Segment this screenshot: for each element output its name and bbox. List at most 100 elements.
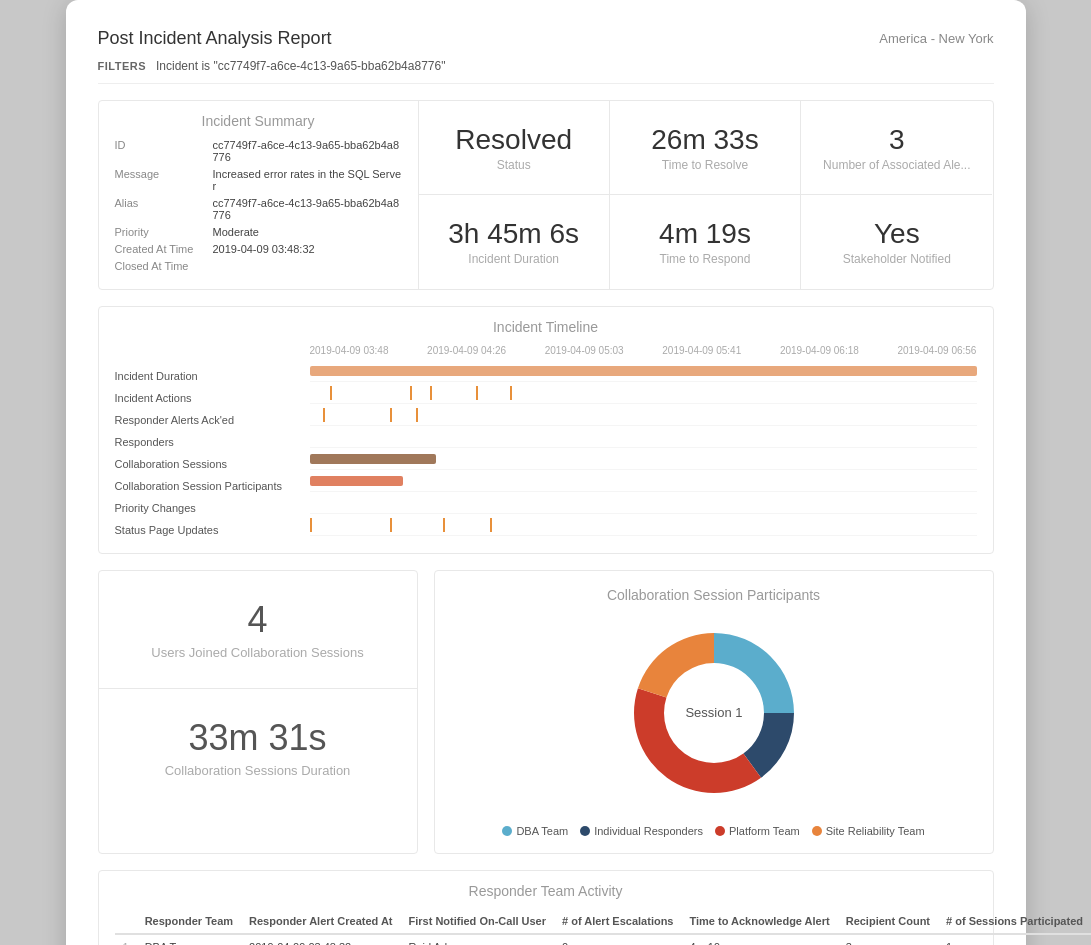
timeline-tick bbox=[416, 408, 418, 422]
legend-dot bbox=[715, 826, 725, 836]
summary-label: Priority bbox=[115, 226, 205, 238]
summary-row: Message Increased error rates in the SQL … bbox=[115, 168, 402, 192]
donut-title: Collaboration Session Participants bbox=[451, 587, 977, 603]
summary-value: Increased error rates in the SQL Server bbox=[213, 168, 402, 192]
timeline-chart: 2019-04-09 03:48 2019-04-09 04:26 2019-04-… bbox=[310, 345, 977, 541]
legend-label: DBA Team bbox=[516, 825, 568, 837]
stat-cell: ResolvedStatus bbox=[419, 101, 610, 195]
stats-grid: ResolvedStatus26m 33sTime to Resolve3Num… bbox=[419, 101, 993, 289]
stat-value: 3 bbox=[889, 124, 905, 156]
table-col-num bbox=[115, 909, 137, 934]
timeline-tick bbox=[476, 386, 478, 400]
timeline-tick bbox=[390, 518, 392, 532]
report-container: Post Incident Analysis Report America - … bbox=[66, 0, 1026, 945]
collab-stat-value: 4 bbox=[115, 599, 401, 641]
created-cell: 2019-04-09 03:48:32 bbox=[241, 934, 400, 945]
legend-dot bbox=[580, 826, 590, 836]
timeline-row bbox=[310, 514, 977, 536]
legend-item: Site Reliability Team bbox=[812, 825, 925, 837]
timeline-axis-label: 2019-04-09 05:41 bbox=[662, 345, 741, 356]
report-title: Post Incident Analysis Report bbox=[98, 28, 332, 49]
timeline-row bbox=[310, 360, 977, 382]
row-num: 1 bbox=[115, 934, 137, 945]
collab-stats: 4Users Joined Collaboration Sessions33m … bbox=[98, 570, 418, 854]
summary-row: Created At Time2019-04-09 03:48:32 bbox=[115, 243, 402, 255]
timeline-title: Incident Timeline bbox=[115, 319, 977, 335]
timeline-bar bbox=[310, 476, 403, 486]
stat-cell: Yes Stakeholder Notified bbox=[801, 195, 992, 289]
stat-value: 4m 19s bbox=[659, 218, 751, 250]
table-row: 1 DBA Team 2019-04-09 03:48:32 Reid Adam… bbox=[115, 934, 1091, 945]
report-timezone: America - New York bbox=[879, 31, 993, 46]
timeline-axis: 2019-04-09 03:48 2019-04-09 04:26 2019-04-… bbox=[310, 345, 977, 356]
filters-label: FILTERS bbox=[98, 60, 147, 72]
recipients-cell: 3 bbox=[838, 934, 938, 945]
timeline-row-label: Incident Actions bbox=[115, 387, 310, 409]
legend-item: DBA Team bbox=[502, 825, 568, 837]
timeline-tick bbox=[323, 408, 325, 422]
timeline-labels: Incident DurationIncident Actions Respond… bbox=[115, 345, 310, 541]
stat-cell: 3h 45m 6sIncident Duration bbox=[419, 195, 610, 289]
summary-row: Closed At Time bbox=[115, 260, 402, 272]
incident-summary-heading: Incident Summary bbox=[115, 113, 402, 129]
stat-label: Status bbox=[497, 158, 531, 172]
summary-label: Created At Time bbox=[115, 243, 205, 255]
donut-section: Collaboration Session Participants Sessi… bbox=[434, 570, 994, 854]
timeline-tick bbox=[330, 386, 332, 400]
timeline-row-label: Incident Duration bbox=[115, 365, 310, 387]
stat-cell: 4m 19sTime to Respond bbox=[610, 195, 801, 289]
stat-value: 3h 45m 6s bbox=[448, 218, 579, 250]
timeline-tick bbox=[310, 518, 312, 532]
stat-cell: 3Number of Associated Ale... bbox=[801, 101, 992, 195]
timeline-axis-label: 2019-04-09 06:18 bbox=[780, 345, 859, 356]
stat-label: Stakeholder Notified bbox=[843, 252, 951, 266]
legend-item: Platform Team bbox=[715, 825, 800, 837]
timeline-row bbox=[310, 492, 977, 514]
timeline-row-label: Collaboration Session Participants bbox=[115, 475, 310, 497]
timeline-tick bbox=[510, 386, 512, 400]
timeline-row bbox=[310, 426, 977, 448]
donut-legend: DBA Team Individual Responders Platform Te… bbox=[451, 825, 977, 837]
bottom-section: 4Users Joined Collaboration Sessions33m … bbox=[98, 570, 994, 854]
summary-row: Alias cc7749f7-a6ce-4c13-9a65-bba62b4a877… bbox=[115, 197, 402, 221]
escalations-cell: 0 bbox=[554, 934, 681, 945]
collab-stat-value: 33m 31s bbox=[115, 717, 401, 759]
summary-value: cc7749f7-a6ce-4c13-9a65-bba62b4a8776 bbox=[213, 139, 402, 163]
table-col-header: First Notified On-Call User bbox=[401, 909, 555, 934]
donut-chart: Session 1 bbox=[614, 613, 814, 813]
timeline-axis-label: 2019-04-09 06:56 bbox=[897, 345, 976, 356]
timeline-row bbox=[310, 404, 977, 426]
summary-value: cc7749f7-a6ce-4c13-9a65-bba62b4a8776 bbox=[213, 197, 402, 221]
summary-label: Message bbox=[115, 168, 205, 180]
timeline-row bbox=[310, 382, 977, 404]
timeline-rows bbox=[310, 360, 977, 536]
stat-label: Time to Resolve bbox=[662, 158, 748, 172]
stat-value: Yes bbox=[874, 218, 920, 250]
donut-segment bbox=[634, 688, 761, 793]
donut-wrapper: Session 1 bbox=[451, 613, 977, 813]
timeline-row-label: Responders bbox=[115, 431, 310, 453]
filters-value: Incident is "cc7749f7-a6ce-4c13-9a65-bba… bbox=[156, 59, 445, 73]
timeline-row bbox=[310, 470, 977, 492]
timeline-axis-label: 2019-04-09 04:26 bbox=[427, 345, 506, 356]
timeline-row-label: Status Page Updates bbox=[115, 519, 310, 541]
summary-row: IDcc7749f7-a6ce-4c13-9a65-bba62b4a8776 bbox=[115, 139, 402, 163]
summary-label: Alias bbox=[115, 197, 205, 209]
table-col-header: # of Alert Escalations bbox=[554, 909, 681, 934]
timeline-tick bbox=[490, 518, 492, 532]
report-header: Post Incident Analysis Report America - … bbox=[98, 28, 994, 49]
timeline-axis-label: 2019-04-09 03:48 bbox=[310, 345, 389, 356]
table-section: Responder Team Activity Responder TeamRe… bbox=[98, 870, 994, 945]
table-col-header: Recipient Count bbox=[838, 909, 938, 934]
timeline-axis-label: 2019-04-09 05:03 bbox=[545, 345, 624, 356]
table-col-header: Responder Team bbox=[137, 909, 241, 934]
timeline-row-label: Priority Changes bbox=[115, 497, 310, 519]
responder-table: Responder TeamResponder Alert Created At… bbox=[115, 909, 1091, 945]
legend-dot bbox=[812, 826, 822, 836]
timeline-tick bbox=[410, 386, 412, 400]
legend-item: Individual Responders bbox=[580, 825, 703, 837]
timeline-inner: Incident DurationIncident Actions Respond… bbox=[115, 345, 977, 541]
timeline-bar bbox=[310, 366, 977, 376]
ack-time-cell: 4m 19s bbox=[682, 934, 838, 945]
legend-dot bbox=[502, 826, 512, 836]
